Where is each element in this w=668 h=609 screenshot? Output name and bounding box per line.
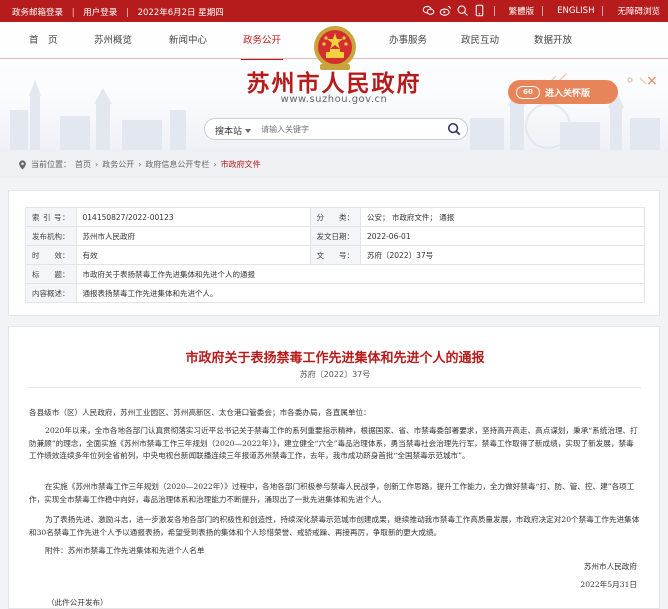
summary-key: 内容概述： — [25, 283, 77, 303]
table-row: 标 题： 市政府关于表扬禁毒工作先进集体和先进个人的通报 — [25, 264, 645, 284]
nav-home[interactable]: 首 页 — [29, 32, 58, 46]
user-login-link[interactable]: 用户登录 — [83, 8, 117, 18]
title-value: 市政府关于表扬禁毒工作先进集体和先进个人的通报 — [75, 264, 645, 284]
table-row: 发布机构： 苏州市人民政府 发文日期： 2022-06-01 — [25, 226, 645, 246]
breadcrumb: 当前位置： 首页 › 政务公开 › 政府信息公开专栏 › 市政府文件 — [0, 150, 668, 178]
search-person-icon[interactable] — [456, 4, 469, 17]
nav-gov-affairs[interactable]: 政务公开 — [243, 32, 281, 46]
traditional-chinese-link[interactable]: 繁體版 — [509, 5, 535, 17]
index-key: 索 引 号： — [25, 207, 77, 227]
breadcrumb-gov-affairs[interactable]: 政务公开 — [102, 159, 134, 170]
article-signature: 苏州市人民政府 — [583, 562, 637, 571]
weibo-icon[interactable] — [439, 4, 452, 17]
title-key: 标 题： — [25, 264, 77, 284]
breadcrumb-inner: 当前位置： 首页 › 政务公开 › 政府信息公开专栏 › 市政府文件 — [18, 159, 261, 170]
current-date: 2022年6月2日 星期四 — [137, 8, 224, 18]
date-key: 发文日期： — [309, 226, 361, 246]
document-info-table: 索 引 号： 014150827/2022-00123 分 类： 公安； 市政府… — [25, 207, 645, 303]
care-badge-icon: 60 — [516, 85, 540, 99]
search-icon[interactable] — [447, 122, 461, 136]
nav-services[interactable]: 办事服务 — [389, 32, 427, 46]
date-value: 2022-06-01 — [360, 226, 645, 246]
summary-value: 通报表扬禁毒工作先进集体和先进个人。 — [75, 283, 645, 303]
article-paragraph: 2020年以来，全市各地各部门认真贯彻落实习近平总书记关于禁毒工作的系列重要指示… — [29, 426, 638, 460]
article-paragraph: 为了表扬先进、激励斗志，进一步激发各地各部门的积极性和创造性，持续深化禁毒示范城… — [29, 515, 640, 537]
category-key: 分 类： — [309, 207, 361, 227]
breadcrumb-home[interactable]: 首页 — [75, 159, 91, 170]
table-row: 索 引 号： 014150827/2022-00123 分 类： 公安； 市政府… — [25, 207, 645, 227]
article-doc-number: 苏府〔2022〕37号 — [299, 370, 371, 379]
doc-number-value: 苏府〔2022〕37号 — [360, 245, 645, 265]
table-row: 时 效： 有效 文 号： 苏府〔2022〕37号 — [25, 245, 645, 265]
top-bar: 政务邮箱登录 | 用户登录 | 2022年6月2日 星期四 繁體版 ENGLIS… — [0, 0, 668, 22]
nav-open-data[interactable]: 数据开放 — [534, 32, 572, 46]
search-box: 搜本站 — [204, 118, 468, 140]
care-mode-label: 进入关怀版 — [545, 88, 591, 99]
breadcrumb-current[interactable]: 市政府文件 — [221, 159, 261, 170]
gov-mail-link[interactable]: 政务邮箱登录 — [12, 8, 63, 18]
chevron-right-icon: › — [213, 160, 217, 169]
search-scope-label: 搜本站 — [215, 127, 243, 137]
wechat-icon[interactable] — [422, 4, 435, 17]
validity-value: 有效 — [75, 245, 311, 265]
top-bar-right: 繁體版 ENGLISH 无障碍浏览 — [422, 4, 660, 17]
top-divider — [493, 5, 495, 16]
nav-interaction[interactable]: 政民互动 — [461, 32, 499, 46]
org-value: 苏州市人民政府 — [75, 226, 311, 246]
article-title: 市政府关于表扬禁毒工作先进集体和先进个人的通报 — [185, 351, 485, 366]
article-sign-date: 2022年5月31日 — [580, 580, 637, 589]
article-attachment-link[interactable]: 附件：苏州市禁毒工作先进集体和先进个人名单 — [29, 545, 641, 558]
close-care-icon[interactable]: × — [646, 74, 658, 88]
top-divider — [602, 5, 604, 16]
top-separator: | — [71, 8, 75, 18]
chevron-right-icon: › — [95, 160, 99, 169]
table-row: 内容概述： 通报表扬禁毒工作先进集体和先进个人。 — [25, 283, 645, 303]
search-input[interactable] — [261, 122, 441, 136]
org-key: 发布机构： — [25, 226, 77, 246]
article-salutation: 各县级市（区）人民政府，苏州工业园区、苏州高新区、太仓港口管委会；市各委办局，各… — [29, 408, 371, 417]
document-info-panel: 索 引 号： 014150827/2022-00123 分 类： 公安； 市政府… — [8, 190, 660, 316]
top-bar-left: 政务邮箱登录 | 用户登录 | 2022年6月2日 星期四 — [12, 6, 224, 18]
article-paragraph: 在实施《苏州市禁毒工作三年规划（2020—2022年）》过程中，各地各部门积极参… — [29, 482, 635, 504]
mobile-icon[interactable] — [473, 4, 486, 17]
top-separator: | — [126, 8, 129, 18]
doc-number-key: 文 号： — [309, 245, 361, 265]
validity-key: 时 效： — [25, 245, 77, 265]
top-divider — [542, 5, 544, 16]
english-link[interactable]: ENGLISH — [557, 6, 594, 16]
article-divider — [29, 387, 641, 388]
care-mode-button[interactable]: 60 进入关怀版 — [508, 80, 618, 104]
index-value: 014150827/2022-00123 — [75, 207, 311, 227]
accessible-browse-link[interactable]: 无障碍浏览 — [617, 5, 660, 17]
chevron-right-icon: › — [138, 160, 142, 169]
location-pin-icon — [19, 159, 26, 170]
site-header: 首 页 苏州概览 新闻中心 政务公开 办事服务 政民互动 数据开放 苏州市人民政… — [0, 22, 668, 150]
article-publish-note: （此件公开发布） — [47, 598, 108, 607]
category-value: 公安； 市政府文件； 通报 — [360, 207, 645, 227]
nav-overview[interactable]: 苏州概览 — [94, 32, 132, 46]
breadcrumb-info-column[interactable]: 政府信息公开专栏 — [145, 159, 209, 170]
article-panel: 市政府关于表扬禁毒工作先进集体和先进个人的通报 苏府〔2022〕37号 各县级市… — [8, 326, 660, 609]
breadcrumb-label: 当前位置： — [31, 160, 71, 169]
nav-news[interactable]: 新闻中心 — [169, 32, 207, 46]
search-scope-select[interactable]: 搜本站 — [215, 124, 252, 137]
chevron-down-icon — [245, 128, 252, 133]
